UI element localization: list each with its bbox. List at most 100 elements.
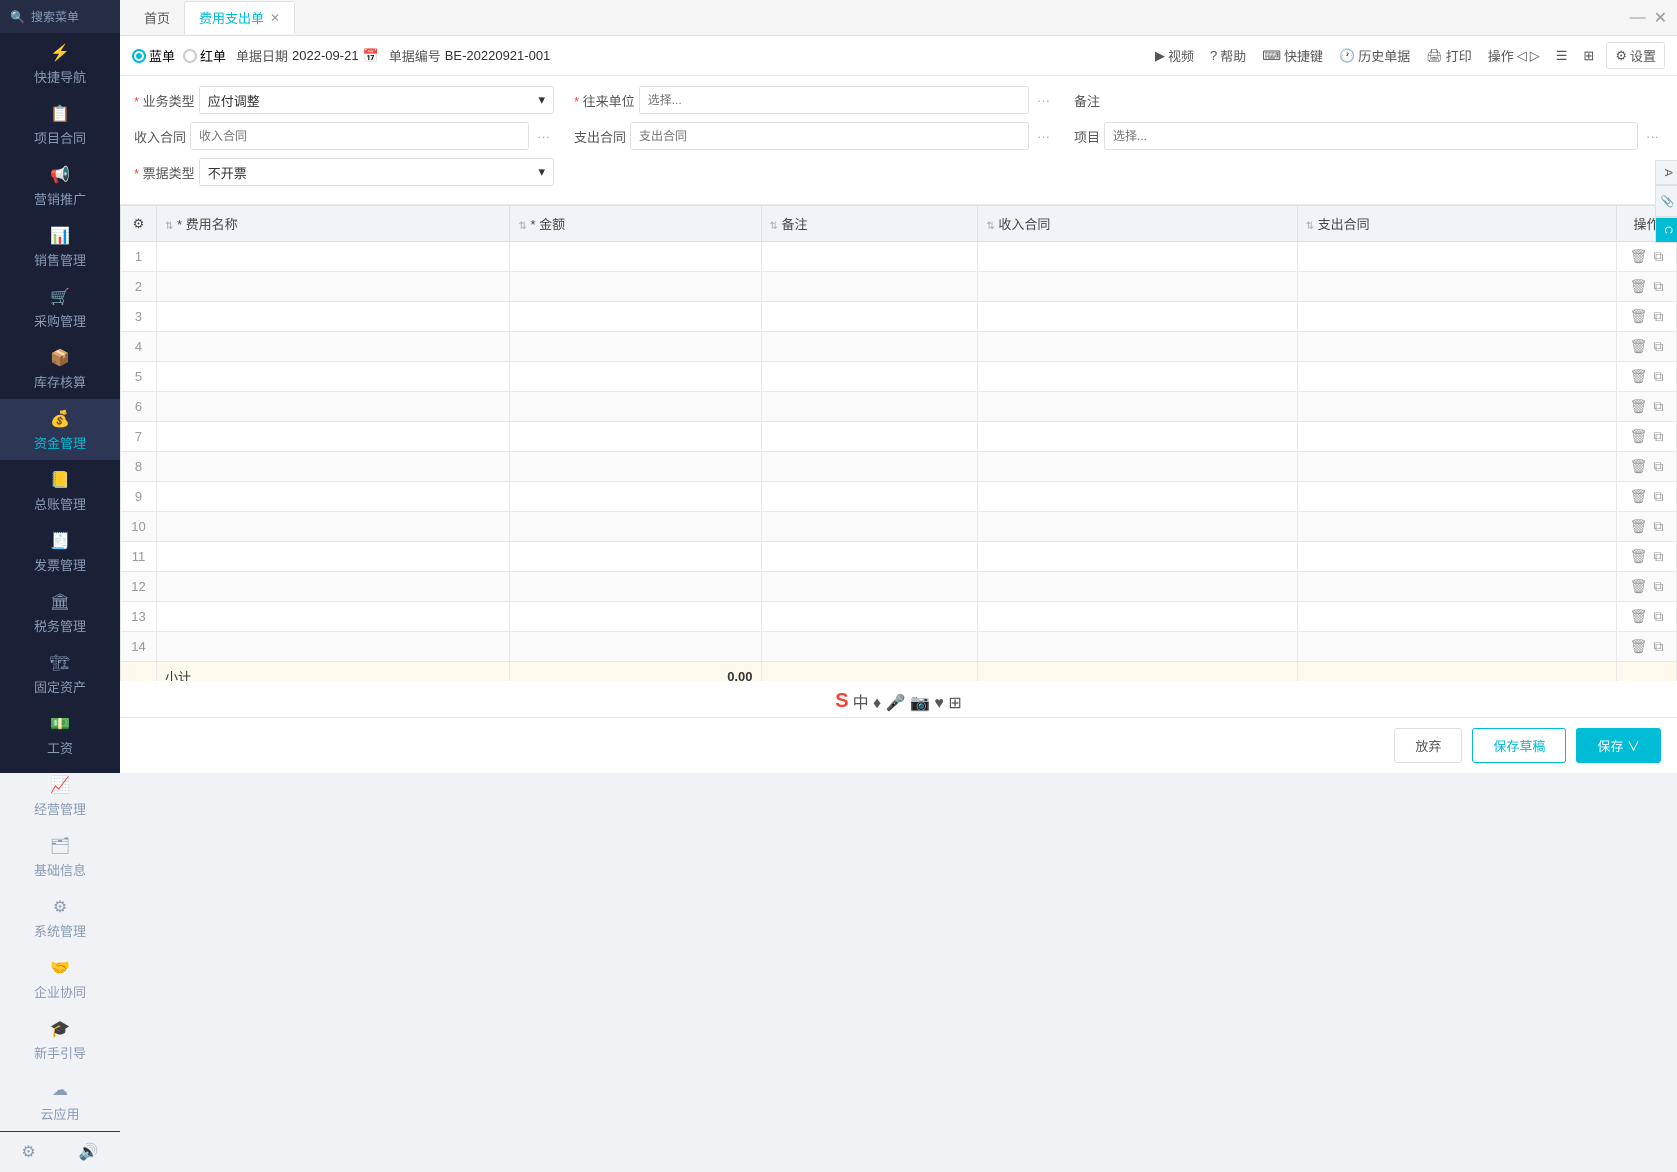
expense-contract-cell[interactable]	[1297, 572, 1616, 602]
sidebar-item-inventory[interactable]: 📦 库存核算	[0, 338, 120, 399]
sidebar-item-purchase[interactable]: 🛒 采购管理	[0, 277, 120, 338]
copy-row-icon[interactable]: ⧉	[1653, 338, 1663, 355]
expense-name-cell[interactable]	[157, 602, 510, 632]
delete-row-icon[interactable]: 🗑	[1630, 458, 1648, 475]
expense-contract-cell[interactable]	[1297, 512, 1616, 542]
copy-row-icon[interactable]: ⧉	[1653, 368, 1663, 385]
copy-row-icon[interactable]: ⧉	[1653, 458, 1663, 475]
sidebar-item-quick-nav[interactable]: ⚡ 快捷导航	[0, 33, 120, 94]
income-contract-cell[interactable]	[978, 242, 1297, 272]
sidebar-item-finance[interactable]: 💰 资金管理	[0, 399, 120, 460]
income-contract-cell[interactable]	[978, 452, 1297, 482]
amount-cell[interactable]	[510, 332, 761, 362]
delete-row-icon[interactable]: 🗑	[1630, 608, 1648, 625]
sidebar-item-tax[interactable]: 🏛 税务管理	[0, 582, 120, 643]
sidebar-item-project-contract[interactable]: 📋 项目合同	[0, 94, 120, 155]
view-grid-btn[interactable]: ⊞	[1579, 46, 1598, 66]
expense-contract-dots[interactable]: ···	[1033, 129, 1054, 144]
date-value[interactable]: 2022-09-21	[292, 48, 359, 63]
docno-value[interactable]: BE-20220921-001	[445, 48, 551, 63]
tab-close-icon[interactable]: ✕	[270, 11, 280, 25]
income-contract-cell[interactable]	[978, 272, 1297, 302]
project-dots[interactable]: ···	[1642, 129, 1663, 144]
sidebar-item-ops[interactable]: 📈 经营管理	[0, 765, 120, 826]
sidebar-item-marketing[interactable]: 📢 营销推广	[0, 155, 120, 216]
remark-col-header[interactable]: ⇅ 备注	[761, 206, 978, 242]
expense-name-cell[interactable]	[157, 422, 510, 452]
income-contract-cell[interactable]	[978, 482, 1297, 512]
project-input[interactable]	[1104, 122, 1638, 150]
income-contract-cell[interactable]	[978, 602, 1297, 632]
sidebar-search[interactable]: 🔍 搜索菜单	[0, 0, 120, 33]
amount-cell[interactable]	[510, 482, 761, 512]
income-contract-dots[interactable]: ···	[533, 129, 554, 144]
expense-name-cell[interactable]	[157, 512, 510, 542]
income-contract-cell[interactable]	[978, 632, 1297, 662]
invoice-type-select[interactable]: 不开票 ▾	[199, 158, 554, 186]
copy-row-icon[interactable]: ⧉	[1653, 578, 1663, 595]
remark-cell[interactable]	[761, 272, 978, 302]
expense-contract-cell[interactable]	[1297, 422, 1616, 452]
window-minimize-icon[interactable]: —	[1630, 9, 1646, 27]
settings-col-header[interactable]: ⚙	[121, 206, 157, 242]
delete-row-icon[interactable]: 🗑	[1630, 518, 1648, 535]
counterpart-input[interactable]	[639, 86, 1029, 114]
expense-name-col-header[interactable]: ⇅ * 费用名称	[157, 206, 510, 242]
income-contract-cell[interactable]	[978, 572, 1297, 602]
copy-row-icon[interactable]: ⧉	[1653, 308, 1663, 325]
expense-name-cell[interactable]	[157, 452, 510, 482]
copy-row-icon[interactable]: ⧉	[1653, 518, 1663, 535]
remark-cell[interactable]	[761, 422, 978, 452]
amount-cell[interactable]	[510, 272, 761, 302]
amount-cell[interactable]	[510, 512, 761, 542]
sidebar-item-cloud[interactable]: ☁ 云应用	[0, 1070, 120, 1131]
print-btn[interactable]: 🖨 打印	[1422, 44, 1476, 67]
blue-bill-radio[interactable]: 蓝单	[132, 46, 175, 65]
amount-cell[interactable]	[510, 452, 761, 482]
right-tab-3[interactable]: C	[1655, 217, 1677, 243]
expense-name-cell[interactable]	[157, 572, 510, 602]
copy-row-icon[interactable]: ⧉	[1653, 248, 1663, 265]
delete-row-icon[interactable]: 🗑	[1630, 548, 1648, 565]
delete-row-icon[interactable]: 🗑	[1630, 488, 1648, 505]
red-bill-radio[interactable]: 红单	[183, 46, 226, 65]
expense-name-cell[interactable]	[157, 482, 510, 512]
remark-cell[interactable]	[761, 512, 978, 542]
remark-cell[interactable]	[761, 332, 978, 362]
income-contract-cell[interactable]	[978, 302, 1297, 332]
expense-contract-cell[interactable]	[1297, 362, 1616, 392]
expense-name-cell[interactable]	[157, 272, 510, 302]
help-btn[interactable]: ? 帮助	[1206, 44, 1250, 67]
expense-name-cell[interactable]	[157, 332, 510, 362]
income-contract-cell[interactable]	[978, 392, 1297, 422]
sidebar-item-sales[interactable]: 📊 销售管理	[0, 216, 120, 277]
expense-name-cell[interactable]	[157, 542, 510, 572]
remark-cell[interactable]	[761, 242, 978, 272]
expense-contract-cell[interactable]	[1297, 242, 1616, 272]
delete-row-icon[interactable]: 🗑	[1630, 578, 1648, 595]
delete-row-icon[interactable]: 🗑	[1630, 308, 1648, 325]
tab-home[interactable]: 首页	[130, 2, 184, 33]
copy-row-icon[interactable]: ⧉	[1653, 638, 1663, 655]
amount-cell[interactable]	[510, 572, 761, 602]
copy-row-icon[interactable]: ⧉	[1653, 548, 1663, 565]
right-tab-2[interactable]: 📎	[1655, 185, 1677, 216]
save-draft-button[interactable]: 保存草稿	[1472, 728, 1566, 763]
income-contract-cell[interactable]	[978, 332, 1297, 362]
remark-cell[interactable]	[761, 632, 978, 662]
sidebar-item-payroll[interactable]: 💵 工资	[0, 704, 120, 765]
sidebar-item-basic-info[interactable]: 🗂 基础信息	[0, 826, 120, 887]
operation-btn[interactable]: 操作 ◁ ▷	[1484, 44, 1544, 67]
delete-row-icon[interactable]: 🗑	[1630, 368, 1648, 385]
amount-cell[interactable]	[510, 362, 761, 392]
discard-button[interactable]: 放弃	[1394, 728, 1462, 763]
income-contract-cell[interactable]	[978, 362, 1297, 392]
calendar-icon[interactable]: 📅	[363, 48, 379, 64]
income-contract-cell[interactable]	[978, 422, 1297, 452]
save-button[interactable]: 保存 ∨	[1576, 728, 1661, 763]
expense-contract-cell[interactable]	[1297, 602, 1616, 632]
copy-row-icon[interactable]: ⧉	[1653, 608, 1663, 625]
expense-contract-col-header[interactable]: ⇅ 支出合同	[1297, 206, 1616, 242]
copy-row-icon[interactable]: ⧉	[1653, 278, 1663, 295]
sidebar-item-new-guide[interactable]: 🎓 新手引导	[0, 1009, 120, 1070]
